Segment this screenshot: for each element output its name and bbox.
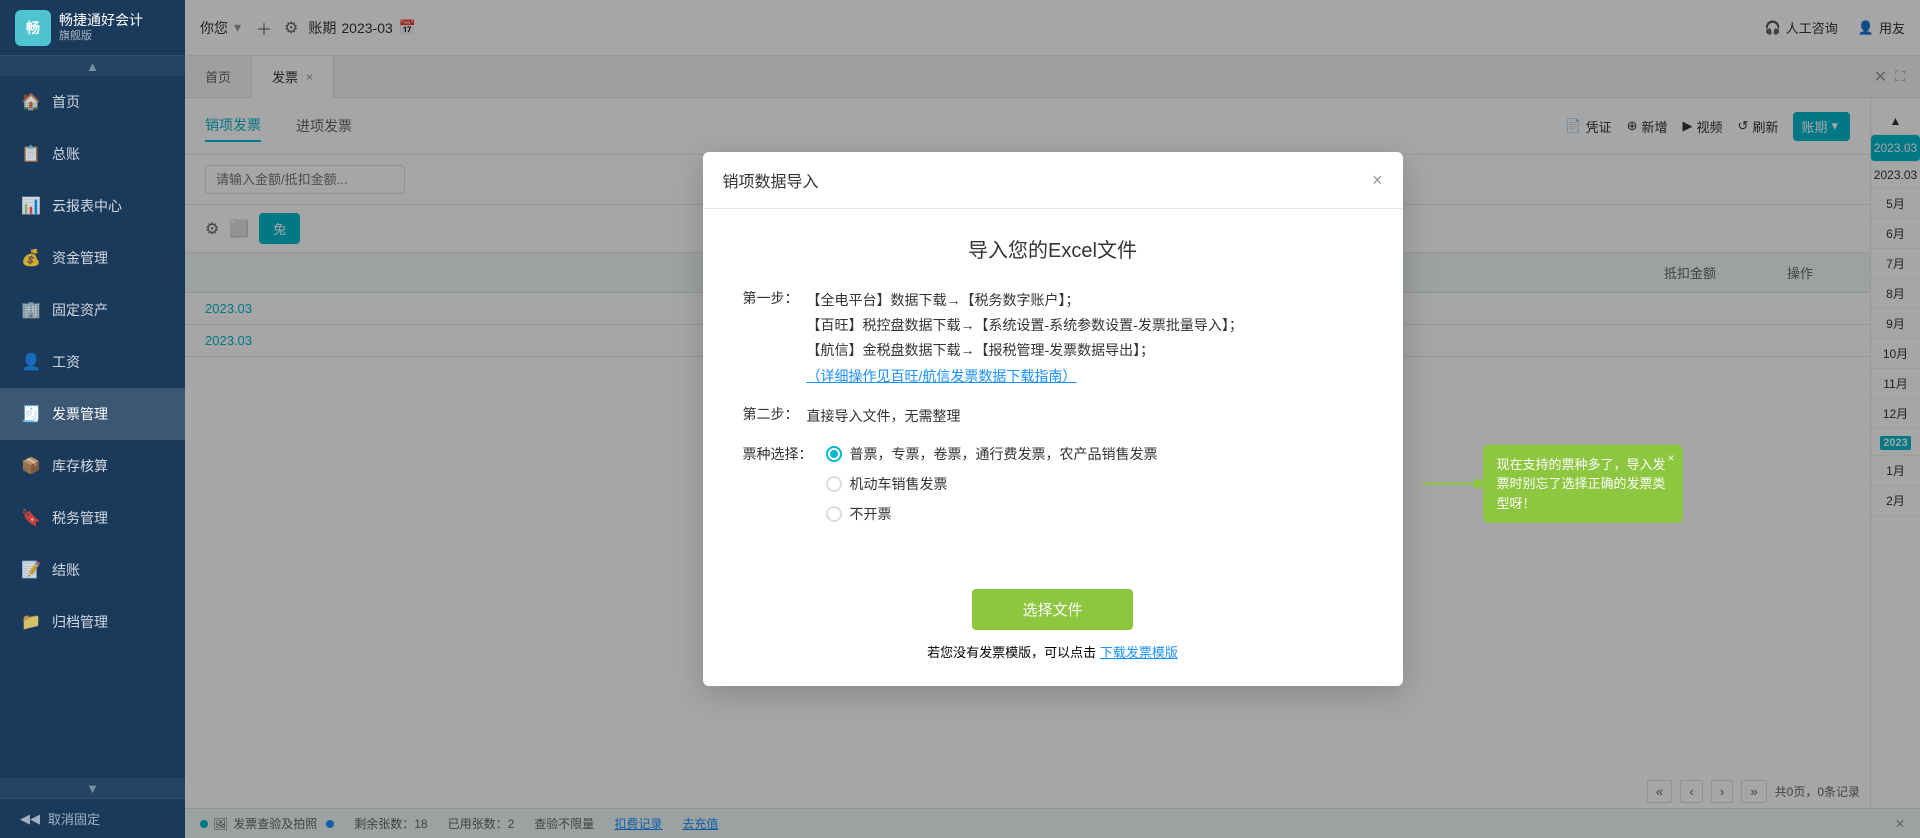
settle-icon: 📝 bbox=[20, 559, 42, 581]
sidebar-item-label: 归档管理 bbox=[52, 612, 108, 632]
step2-row: 第二步： 直接导入文件，无需整理 bbox=[743, 404, 1363, 429]
pin-icon: ◀◀ bbox=[20, 811, 40, 827]
cloud-report-icon: 📊 bbox=[20, 195, 42, 217]
modal-main-title: 导入您的Excel文件 bbox=[743, 234, 1363, 263]
sidebar-item-cloud-report[interactable]: 📊 云报表中心 bbox=[0, 180, 185, 232]
step1-line-2: 【百旺】税控盘数据下载→【系统设置-系统参数设置-发票批量导入】； bbox=[807, 313, 1243, 338]
inventory-icon: 📦 bbox=[20, 455, 42, 477]
sidebar-cancel-fixed[interactable]: ◀◀ 取消固定 bbox=[0, 798, 185, 838]
sidebar-item-inventory[interactable]: 📦 库存核算 bbox=[0, 440, 185, 492]
radio-general[interactable] bbox=[826, 446, 842, 462]
radio-no-ticket-label: 不开票 bbox=[850, 504, 892, 524]
ledger-icon: 📋 bbox=[20, 143, 42, 165]
select-file-btn[interactable]: 选择文件 bbox=[972, 589, 1132, 630]
radio-general-label: 普票，专票，卷票，通行费发票，农产品销售发票 bbox=[850, 444, 1158, 464]
sidebar-item-label: 云报表中心 bbox=[52, 196, 122, 216]
radio-row-no-ticket: 不开票 bbox=[826, 504, 1363, 524]
step1-label: 第一步： bbox=[743, 288, 799, 389]
sidebar-item-label: 工资 bbox=[52, 352, 80, 372]
modal-body: 导入您的Excel文件 第一步： 【全电平台】数据下载→【税务数字账户】； 【百… bbox=[703, 209, 1403, 579]
sidebar-item-tax[interactable]: 🔖 税务管理 bbox=[0, 492, 185, 544]
modal-header: 销项数据导入 × bbox=[703, 152, 1403, 209]
step1-content: 【全电平台】数据下载→【税务数字账户】； 【百旺】税控盘数据下载→【系统设置-系… bbox=[807, 288, 1243, 389]
sidebar-item-home[interactable]: 🏠 首页 bbox=[0, 76, 185, 128]
sidebar-item-settle[interactable]: 📝 结账 bbox=[0, 544, 185, 596]
tooltip-text: 现在支持的票种多了，导入发票时别忘了选择正确的发票类型呀！ bbox=[1497, 457, 1666, 511]
sidebar-scroll-down[interactable]: ▼ bbox=[0, 778, 185, 798]
sidebar-item-label: 总账 bbox=[52, 144, 80, 164]
sidebar-item-ledger[interactable]: 📋 总账 bbox=[0, 128, 185, 180]
sidebar-item-invoice[interactable]: 🧾 发票管理 bbox=[0, 388, 185, 440]
footer-note: 若您没有发票模版，可以点击 下载发票模版 bbox=[927, 642, 1178, 661]
fixed-assets-icon: 🏢 bbox=[20, 299, 42, 321]
sidebar-item-label: 资金管理 bbox=[52, 248, 108, 268]
radio-motor-label: 机动车销售发票 bbox=[850, 474, 948, 494]
sidebar-item-label: 结账 bbox=[52, 560, 80, 580]
salary-icon: 👤 bbox=[20, 351, 42, 373]
radio-row-general: 普票，专票，卷票，通行费发票，农产品销售发票 bbox=[826, 444, 1363, 464]
logo-icon: 畅 bbox=[15, 10, 51, 46]
invoice-icon: 🧾 bbox=[20, 403, 42, 425]
tooltip-close-btn[interactable]: × bbox=[1667, 449, 1674, 467]
step2-content: 直接导入文件，无需整理 bbox=[807, 404, 961, 429]
tax-icon: 🔖 bbox=[20, 507, 42, 529]
step2-label: 第二步： bbox=[743, 404, 799, 429]
modal-dialog: 销项数据导入 × 导入您的Excel文件 第一步： 【全电平台】数据下载→【税务… bbox=[703, 152, 1403, 686]
sidebar-item-label: 首页 bbox=[52, 92, 80, 112]
archive-icon: 📁 bbox=[20, 611, 42, 633]
ticket-section: 票种选择： 普票，专票，卷票，通行费发票，农产品销售发票 机动车销售发票 bbox=[743, 444, 1363, 534]
sidebar-item-label: 税务管理 bbox=[52, 508, 108, 528]
sidebar-logo: 畅 畅捷通好会计 旗舰版 bbox=[0, 0, 185, 56]
sidebar-item-label: 固定资产 bbox=[52, 300, 108, 320]
modal-footer: 选择文件 若您没有发票模版，可以点击 下载发票模版 bbox=[703, 579, 1403, 686]
radio-motor[interactable] bbox=[826, 476, 842, 492]
sidebar-item-fund[interactable]: 💰 资金管理 bbox=[0, 232, 185, 284]
step1-row: 第一步： 【全电平台】数据下载→【税务数字账户】； 【百旺】税控盘数据下载→【系… bbox=[743, 288, 1363, 389]
fund-icon: 💰 bbox=[20, 247, 42, 269]
modal-close-btn[interactable]: × bbox=[1372, 170, 1383, 191]
radio-row-motor: 机动车销售发票 × 现在支持的票种多了，导入发票时别忘了选择正确的发票类型呀！ bbox=[826, 474, 1363, 494]
sidebar-scroll-up[interactable]: ▲ bbox=[0, 56, 185, 76]
modal-title: 销项数据导入 bbox=[723, 168, 819, 192]
sidebar-item-label: 库存核算 bbox=[52, 456, 108, 476]
step1-line-1: 【全电平台】数据下载→【税务数字账户】； bbox=[807, 288, 1243, 313]
ticket-label: 票种选择： bbox=[743, 444, 813, 464]
sidebar-nav: 🏠 首页 📋 总账 📊 云报表中心 💰 资金管理 🏢 固定资产 👤 工资 🧾 发… bbox=[0, 76, 185, 778]
sidebar-item-fixed-assets[interactable]: 🏢 固定资产 bbox=[0, 284, 185, 336]
step1-line-3: 【航信】金税盘数据下载→【报税管理-发票数据导出】； bbox=[807, 338, 1243, 363]
step1-link: （详细操作见百旺/航信发票数据下载指南） bbox=[807, 364, 1243, 389]
sidebar: 畅 畅捷通好会计 旗舰版 ▲ 🏠 首页 📋 总账 📊 云报表中心 💰 资金管理 … bbox=[0, 0, 185, 838]
home-icon: 🏠 bbox=[20, 91, 42, 113]
radio-no-ticket[interactable] bbox=[826, 506, 842, 522]
sidebar-item-archive[interactable]: 📁 归档管理 bbox=[0, 596, 185, 648]
logo-text: 畅捷通好会计 旗舰版 bbox=[59, 11, 143, 43]
download-template-link[interactable]: 下载发票模版 bbox=[1100, 645, 1178, 660]
sidebar-item-label: 发票管理 bbox=[52, 404, 108, 424]
step1-link-anchor[interactable]: （详细操作见百旺/航信发票数据下载指南） bbox=[807, 368, 1077, 384]
modal-overlay: 销项数据导入 × 导入您的Excel文件 第一步： 【全电平台】数据下载→【税务… bbox=[185, 0, 1920, 838]
sidebar-item-salary[interactable]: 👤 工资 bbox=[0, 336, 185, 388]
